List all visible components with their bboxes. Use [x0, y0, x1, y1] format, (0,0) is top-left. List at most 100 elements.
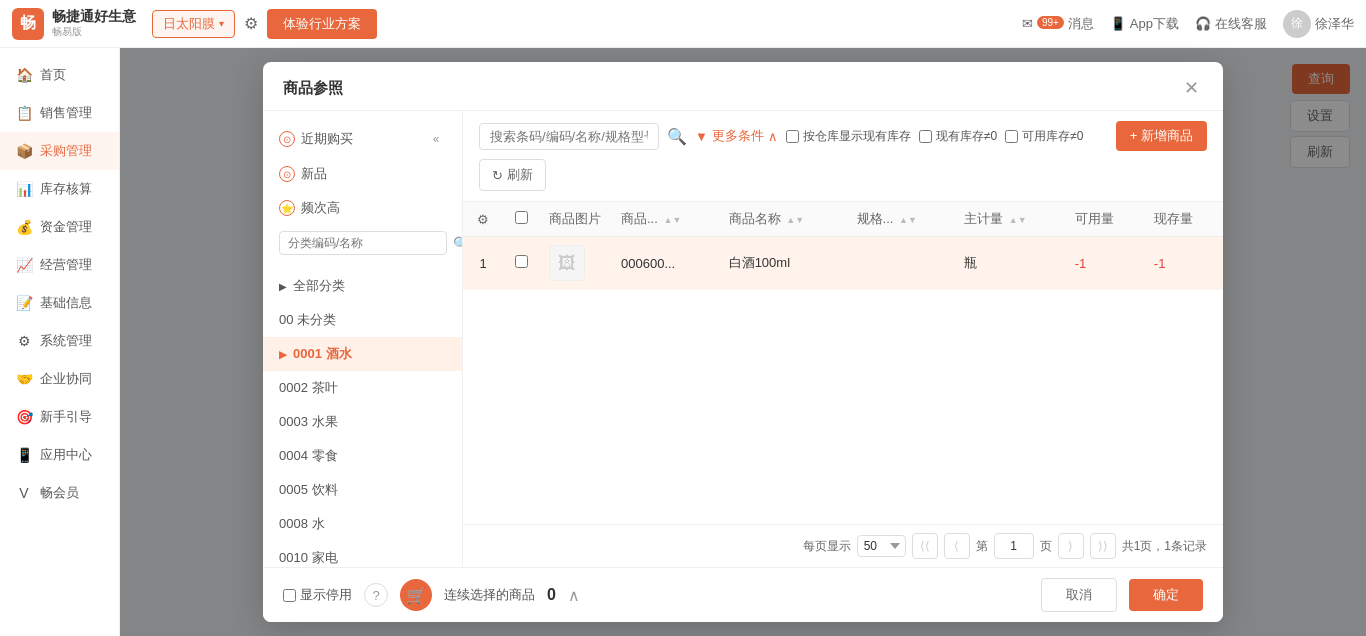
- current-stock-label: 现有库存≠0: [936, 128, 997, 145]
- by-warehouse-checkbox[interactable]: [786, 130, 799, 143]
- content-area: 查询 设置 刷新 商品参照 ✕ ⊙ 近期购买 «: [120, 48, 1366, 636]
- table-row[interactable]: 1 🖼: [463, 237, 1223, 290]
- col-unit-label: 主计量: [964, 211, 1003, 226]
- available-stock-check[interactable]: 可用库存≠0: [1005, 128, 1083, 145]
- cat-item-0003[interactable]: 0003 水果: [263, 405, 462, 439]
- select-all-checkbox[interactable]: [515, 211, 528, 224]
- cat-item-00[interactable]: 00 未分类: [263, 303, 462, 337]
- cat-item-0005[interactable]: 0005 饮料: [263, 473, 462, 507]
- new-product-nav[interactable]: ⊙ 新品: [263, 157, 462, 191]
- product-search-input[interactable]: [479, 123, 659, 150]
- col-spec-sort[interactable]: ▲▼: [899, 216, 917, 225]
- clock-icon: ⊙: [279, 131, 295, 147]
- page-label: 第: [976, 538, 988, 555]
- settings-col-icon[interactable]: ⚙: [477, 212, 489, 227]
- first-page-button[interactable]: ⟨⟨: [912, 533, 938, 559]
- sidebar-item-vip[interactable]: V 畅会员: [0, 474, 119, 512]
- product-search-button[interactable]: 🔍: [667, 127, 687, 146]
- trial-button[interactable]: 体验行业方案: [267, 9, 377, 39]
- current-stock-checkbox[interactable]: [919, 130, 932, 143]
- cancel-button[interactable]: 取消: [1041, 578, 1117, 612]
- frequent-nav[interactable]: ⭐ 频次高: [263, 191, 462, 225]
- cat-item-0008[interactable]: 0008 水: [263, 507, 462, 541]
- next-page-button[interactable]: ⟩: [1058, 533, 1084, 559]
- col-code-sort[interactable]: ▲▼: [663, 216, 681, 225]
- close-icon[interactable]: ✕: [1179, 76, 1203, 100]
- category-search-input[interactable]: [279, 231, 447, 255]
- col-unit-sort[interactable]: ▲▼: [1009, 216, 1027, 225]
- page-input[interactable]: [994, 533, 1034, 559]
- collapse-cart-icon[interactable]: ∧: [568, 586, 580, 605]
- modal-body: ⊙ 近期购买 « ⊙ 新品 ⭐ 频次高: [263, 111, 1223, 567]
- username: 徐泽华: [1315, 15, 1354, 33]
- confirm-button[interactable]: 确定: [1129, 579, 1203, 611]
- modal-title: 商品参照: [283, 79, 343, 98]
- chevron-down-icon: ▾: [219, 18, 224, 29]
- by-warehouse-check[interactable]: 按仓库显示现有库存: [786, 128, 911, 145]
- sidebar-item-business[interactable]: 📈 经营管理: [0, 246, 119, 284]
- row-num: 1: [463, 237, 503, 290]
- display-disabled-check[interactable]: 显示停用: [283, 586, 352, 604]
- new-product-label: 新品: [301, 165, 327, 183]
- sidebar-item-sales[interactable]: 📋 销售管理: [0, 94, 119, 132]
- category-search-icon[interactable]: 🔍: [453, 236, 463, 251]
- cat-item-0004[interactable]: 0004 零食: [263, 439, 462, 473]
- per-page-select[interactable]: 10 20 50 100: [857, 535, 906, 557]
- purchase-icon: 📦: [16, 143, 32, 159]
- cat-label-0002: 0002 茶叶: [279, 379, 338, 397]
- available-stock-checkbox[interactable]: [1005, 130, 1018, 143]
- table-header-row: ⚙ 商品图片: [463, 202, 1223, 237]
- col-check: [503, 202, 539, 237]
- service-label: 在线客服: [1215, 15, 1267, 33]
- row-check[interactable]: [503, 237, 539, 290]
- current-stock-check[interactable]: 现有库存≠0: [919, 128, 997, 145]
- modal-right-panel: 🔍 ▼ 更多条件 ∧ 按仓库显示现有库存: [463, 111, 1223, 567]
- sidebar-item-collab[interactable]: 🤝 企业协同: [0, 360, 119, 398]
- help-button[interactable]: ?: [364, 583, 388, 607]
- sidebar-item-basics[interactable]: 📝 基础信息: [0, 284, 119, 322]
- product-available: -1: [1075, 256, 1087, 271]
- add-product-button[interactable]: + 新增商品: [1116, 121, 1207, 151]
- cat-label-0008: 0008 水: [279, 515, 325, 533]
- cat-item-0010[interactable]: 0010 家电: [263, 541, 462, 567]
- row-code: 000600...: [611, 237, 719, 290]
- sidebar-item-purchase[interactable]: 📦 采购管理: [0, 132, 119, 170]
- per-page-label: 每页显示: [803, 538, 851, 555]
- sidebar-item-appcenter[interactable]: 📱 应用中心: [0, 436, 119, 474]
- display-disabled-label: 显示停用: [300, 586, 352, 604]
- user-menu[interactable]: 徐 徐泽华: [1283, 10, 1354, 38]
- sidebar-item-home[interactable]: 🏠 首页: [0, 56, 119, 94]
- app-download-button[interactable]: 📱 App下载: [1110, 15, 1179, 33]
- by-warehouse-label: 按仓库显示现有库存: [803, 128, 911, 145]
- refresh-modal-button[interactable]: ↻ 刷新: [479, 159, 546, 191]
- sidebar-item-system[interactable]: ⚙ 系统管理: [0, 322, 119, 360]
- col-name-label: 商品名称: [729, 211, 781, 226]
- cart-icon[interactable]: 🛒: [400, 579, 432, 611]
- sidebar-item-inventory[interactable]: 📊 库存核算: [0, 170, 119, 208]
- col-name-sort[interactable]: ▲▼: [786, 216, 804, 225]
- sidebar-item-guide[interactable]: 🎯 新手引导: [0, 398, 119, 436]
- display-disabled-checkbox[interactable]: [283, 589, 296, 602]
- collapse-icon[interactable]: «: [426, 129, 446, 149]
- filter-bar: 🔍 ▼ 更多条件 ∧ 按仓库显示现有库存: [463, 111, 1223, 202]
- row-checkbox[interactable]: [515, 255, 528, 268]
- col-spec-label: 规格...: [857, 211, 894, 226]
- recent-purchase-nav[interactable]: ⊙ 近期购买 «: [263, 121, 462, 157]
- recent-purchase-label: 近期购买: [301, 130, 353, 148]
- sidebar: 🏠 首页 📋 销售管理 📦 采购管理 📊 库存核算 💰 资金管理 📈 经营管理 …: [0, 48, 120, 636]
- store-selector[interactable]: 日太阳膜 ▾: [152, 10, 235, 38]
- message-button[interactable]: ✉ 99+ 消息: [1022, 15, 1094, 33]
- modal-footer: 显示停用 ? 🛒 连续选择的商品 0 ∧ 取消 确定: [263, 567, 1223, 622]
- cat-item-0001[interactable]: ▶ 0001 酒水: [263, 337, 462, 371]
- last-page-button[interactable]: ⟩⟩: [1090, 533, 1116, 559]
- cat-label-0003: 0003 水果: [279, 413, 338, 431]
- row-name: 白酒100ml: [719, 237, 847, 290]
- cat-item-all[interactable]: ▶ 全部分类: [263, 269, 462, 303]
- sidebar-item-finance[interactable]: 💰 资金管理: [0, 208, 119, 246]
- logo-icon: 畅: [12, 8, 44, 40]
- prev-page-button[interactable]: ⟨: [944, 533, 970, 559]
- settings-icon[interactable]: ⚙: [235, 8, 267, 40]
- more-conditions-button[interactable]: ▼ 更多条件 ∧: [695, 127, 778, 145]
- service-button[interactable]: 🎧 在线客服: [1195, 15, 1267, 33]
- cat-item-0002[interactable]: 0002 茶叶: [263, 371, 462, 405]
